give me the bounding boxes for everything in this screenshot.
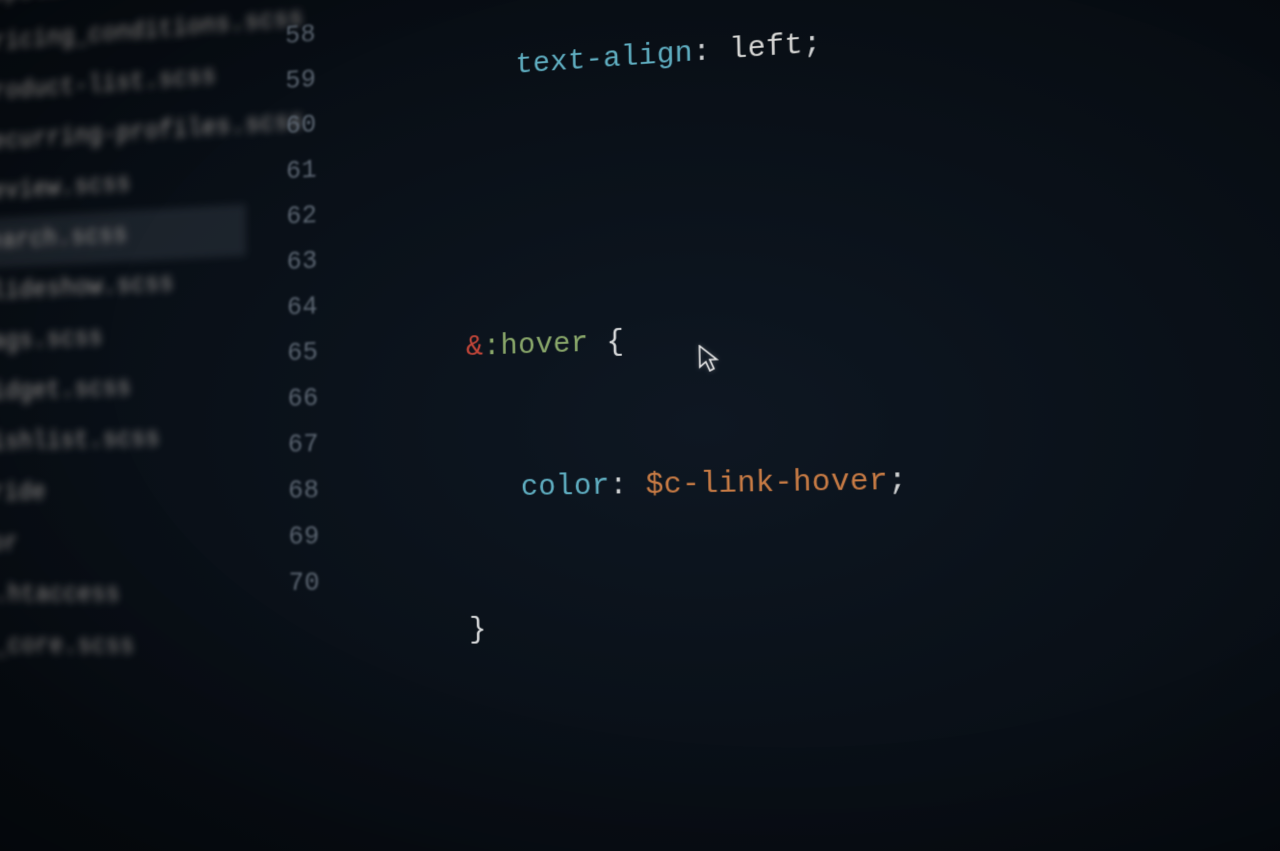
file-tree-item[interactable]: _core.scss [0,621,248,674]
css-property: color [521,469,610,504]
code-area[interactable]: padding: 4px 6px; text-align: left; &:ho… [341,0,1280,851]
folder-tree-item[interactable]: ▸vendor [0,516,248,571]
folder-tree-item[interactable]: ▸override [0,464,247,522]
line-number: 64 [246,283,345,333]
file-tree-item[interactable]: .htaccess [0,569,248,622]
brace-open: { [588,325,624,360]
line-number: 68 [247,467,347,515]
semicolon: ; [888,463,908,499]
file-name: _core.scss [0,621,134,673]
folder-name: override [0,468,46,521]
file-name: _wishlist.scss [0,414,160,470]
file-name: _widget.scss [0,363,131,419]
line-number: 70 [248,560,348,607]
css-value: left [729,28,804,67]
scss-variable: $c-link-hover [645,464,888,503]
line-number: 61 [245,146,344,197]
line-number: 65 [246,329,345,378]
line-number: 63 [246,237,345,287]
scss-parent-ref: & [466,331,484,365]
file-explorer[interactable]: _customer.scss_paypal.scss_popular-items… [0,0,250,851]
file-name: _slideshow.scss [0,259,174,319]
semicolon: ; [803,27,822,62]
line-number: 67 [247,421,347,469]
line-number: 58 [245,10,343,63]
css-property: text-align [515,36,693,82]
line-number: 69 [247,514,347,561]
file-name: _search.scss [0,210,127,269]
file-name: _review.scss [0,159,131,219]
file-name: .htaccess [0,569,120,621]
line-number: 59 [245,55,344,107]
line-number: 62 [246,192,345,243]
line-number: 66 [247,375,346,424]
line-number: 60 [245,101,344,153]
line-number-gutter: 5455565758596061626364656667686970 [244,0,351,851]
file-tree-item[interactable]: _wishlist.scss [0,411,247,471]
file-name: _tags.scss [0,313,103,369]
colon: : [692,34,729,70]
folder-name: vendor [0,519,18,570]
brace-close: } [469,613,487,647]
css-pseudo: :hover [483,327,589,364]
code-editor: _customer.scss_paypal.scss_popular-items… [0,0,1280,851]
colon: : [609,468,646,503]
